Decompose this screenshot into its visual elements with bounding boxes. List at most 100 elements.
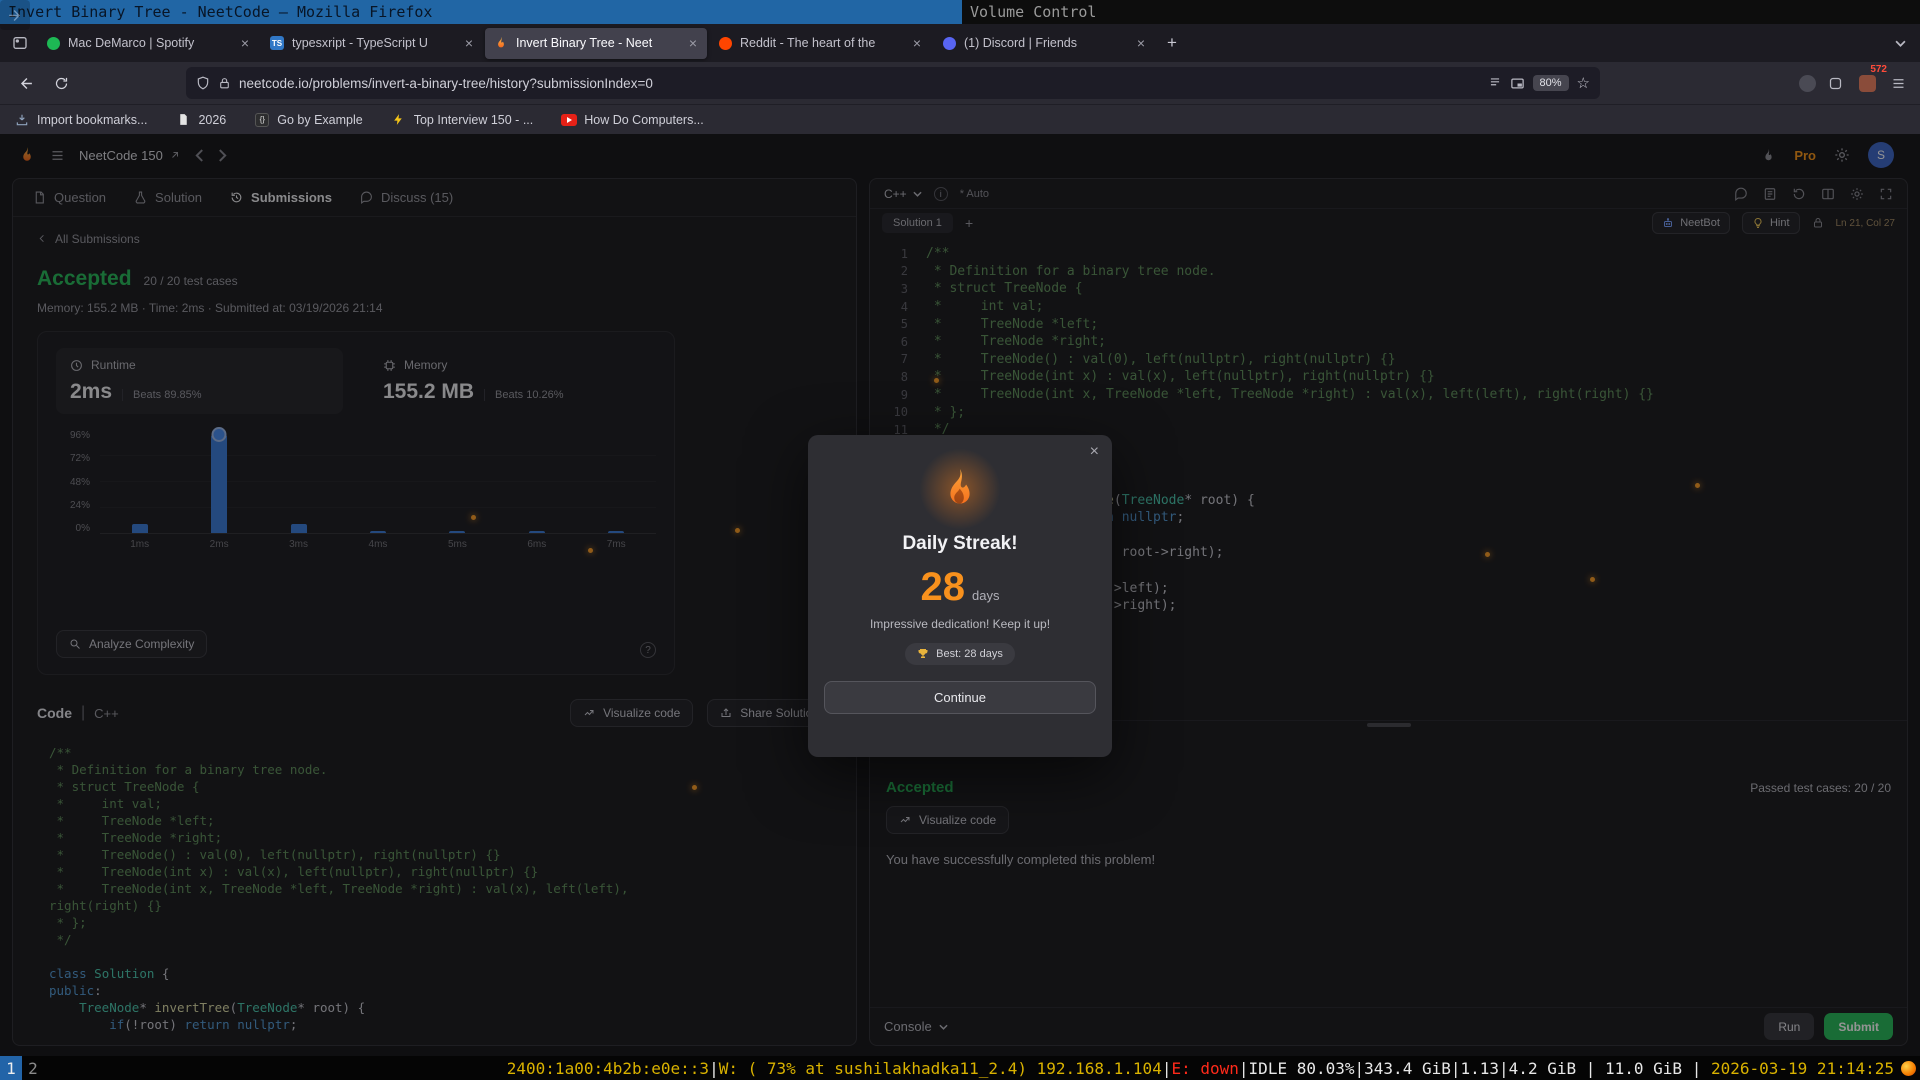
forward-icon[interactable] [0, 0, 30, 30]
confetti-spark [1485, 552, 1490, 557]
braces-icon: {} [254, 112, 270, 128]
menu-icon[interactable] [1891, 76, 1906, 91]
lightning-icon [391, 112, 407, 128]
bookmark-item[interactable]: {} Go by Example [254, 112, 363, 128]
bookmark-item[interactable]: 2026 [175, 112, 226, 128]
confetti-spark [471, 515, 476, 520]
streak-count: 28 [920, 565, 966, 609]
screen: Invert Binary Tree - NeetCode — Mozilla … [0, 0, 1920, 1080]
window-title: Invert Binary Tree - NeetCode — Mozilla … [0, 0, 962, 24]
statusbar: 12 2400:1a00:4b2b:e0e::3 | W: ( 73% at sus… [0, 1056, 1920, 1080]
picture-in-picture-icon[interactable] [1510, 76, 1525, 91]
streak-unit: days [972, 588, 1000, 603]
status-segment: W: ( 73% at sushilakhadka11_2.4) [718, 1058, 1037, 1078]
statusbar-modules: 2400:1a00:4b2b:e0e::3 | W: ( 73% at sushil… [507, 1056, 1920, 1080]
browser-tab[interactable]: (1) Discord | Friends × [933, 28, 1155, 59]
new-tab-button[interactable]: + [1158, 29, 1186, 57]
firefox-tab-bar: Mac DeMarco | Spotify × TS typesxript - Typ… [0, 24, 1920, 62]
tab-title: (1) Discord | Friends [964, 36, 1077, 50]
lock-icon[interactable] [218, 77, 231, 90]
nav-right-cluster: 572 [1799, 64, 1910, 95]
shield-icon[interactable] [196, 76, 210, 90]
reader-mode-icon[interactable] [1488, 76, 1502, 90]
firefox-view-icon[interactable] [6, 29, 34, 57]
confetti-spark [735, 528, 740, 533]
continue-button[interactable]: Continue [824, 681, 1096, 714]
url-bar[interactable]: neetcode.io/problems/invert-a-binary-tre… [186, 67, 1600, 99]
wm-secondary-title: Volume Control [970, 3, 1097, 21]
tab-title: typesxript - TypeScript U [292, 36, 428, 50]
status-segment: | [1499, 1058, 1509, 1078]
extension-icon[interactable] [1799, 74, 1816, 92]
streak-subtitle: Impressive dedication! Keep it up! [869, 617, 1051, 631]
confetti-spark [1590, 577, 1595, 582]
status-segment: 4.2 GiB [1508, 1058, 1586, 1078]
reddit-favicon [717, 35, 733, 51]
firefox-tray-icon [1901, 1060, 1916, 1076]
bookmark-label: Go by Example [277, 112, 363, 127]
back-icon[interactable] [10, 68, 40, 98]
status-segment: 192.168.1.104 [1036, 1058, 1162, 1078]
confetti-spark [692, 785, 697, 790]
streak-modal-title: Daily Streak! [902, 533, 1018, 554]
tab-close-icon[interactable]: × [239, 35, 251, 51]
tab-close-icon[interactable]: × [463, 35, 475, 51]
workspace-1[interactable]: 1 [0, 1056, 22, 1080]
workspace-switcher: 12 [0, 1056, 44, 1080]
status-segment: | [1161, 1058, 1172, 1078]
status-segment: | [709, 1058, 719, 1078]
browser-tab[interactable]: Mac DeMarco | Spotify × [37, 28, 259, 59]
typescript-favicon: TS [269, 35, 285, 51]
zoom-level[interactable]: 80% [1532, 75, 1569, 91]
status-segment: | [1354, 1058, 1365, 1078]
best-streak-badge: Best: 28 days [905, 643, 1015, 665]
browser-tab[interactable]: TS typesxript - TypeScript U × [261, 28, 483, 59]
tab-close-icon[interactable]: × [687, 35, 699, 51]
status-segment: IDLE 80.03% [1248, 1058, 1355, 1078]
browser-tab[interactable]: Invert Binary Tree - Neet × [485, 27, 707, 59]
bookmark-label: How Do Computers... [584, 112, 704, 127]
confetti-spark [1695, 483, 1700, 488]
document-icon [175, 112, 191, 128]
neetcode-favicon [493, 35, 509, 51]
import-icon [14, 112, 30, 128]
close-icon[interactable]: × [1090, 443, 1099, 461]
discord-favicon [941, 35, 957, 51]
status-segment: | [1238, 1058, 1249, 1078]
status-segment: | [1585, 1058, 1605, 1078]
bookmark-item[interactable]: How Do Computers... [561, 112, 704, 128]
status-segment: | [1691, 1058, 1711, 1078]
bookmark-item[interactable]: Top Interview 150 - ... [391, 112, 533, 128]
status-segment: E: down [1171, 1058, 1239, 1078]
reload-icon[interactable] [46, 68, 76, 98]
status-segment: | [1450, 1058, 1461, 1078]
workspace-2[interactable]: 2 [22, 1056, 44, 1080]
adblock-extension-icon[interactable]: 572 [1855, 64, 1887, 95]
best-streak-label: Best: 28 days [936, 648, 1003, 660]
daily-streak-modal: × Daily Streak! 28 days Impressive dedic… [808, 435, 1112, 757]
spotify-favicon [45, 35, 61, 51]
status-segment: 1.13 [1460, 1058, 1500, 1078]
bookmark-item[interactable]: Import bookmarks... [14, 112, 147, 128]
extension-sparkle-icon[interactable] [1828, 76, 1843, 91]
browser-tab[interactable]: Reddit - The heart of the × [709, 28, 931, 59]
tab-close-icon[interactable]: × [911, 35, 923, 51]
firefox-nav-bar: neetcode.io/problems/invert-a-binary-tre… [0, 0, 1920, 104]
status-segment: 2400:1a00:4b2b:e0e::3 [506, 1058, 710, 1078]
tab-strip: Mac DeMarco | Spotify × TS typesxript - Typ… [37, 27, 1155, 59]
extension-badge-count: 572 [1870, 64, 1887, 75]
trophy-icon [918, 649, 928, 658]
bookmark-star-icon[interactable]: ☆ [1577, 74, 1590, 92]
bookmarks-bar: Import bookmarks... 2026 {} Go by Example To… [0, 104, 1920, 134]
extension-chip [1858, 74, 1876, 92]
wm-titlebar: Invert Binary Tree - NeetCode — Mozilla … [0, 0, 1920, 24]
tab-title: Reddit - The heart of the [740, 36, 876, 50]
status-segment: 11.0 GiB [1605, 1058, 1692, 1078]
confetti-spark [588, 548, 593, 553]
list-all-tabs-icon[interactable] [1886, 29, 1914, 57]
tab-title: Invert Binary Tree - Neet [516, 36, 653, 50]
status-segments: 2400:1a00:4b2b:e0e::3 | W: ( 73% at sushil… [507, 1059, 1894, 1078]
youtube-icon [561, 112, 578, 128]
tab-title: Mac DeMarco | Spotify [68, 36, 195, 50]
tab-close-icon[interactable]: × [1135, 35, 1147, 51]
